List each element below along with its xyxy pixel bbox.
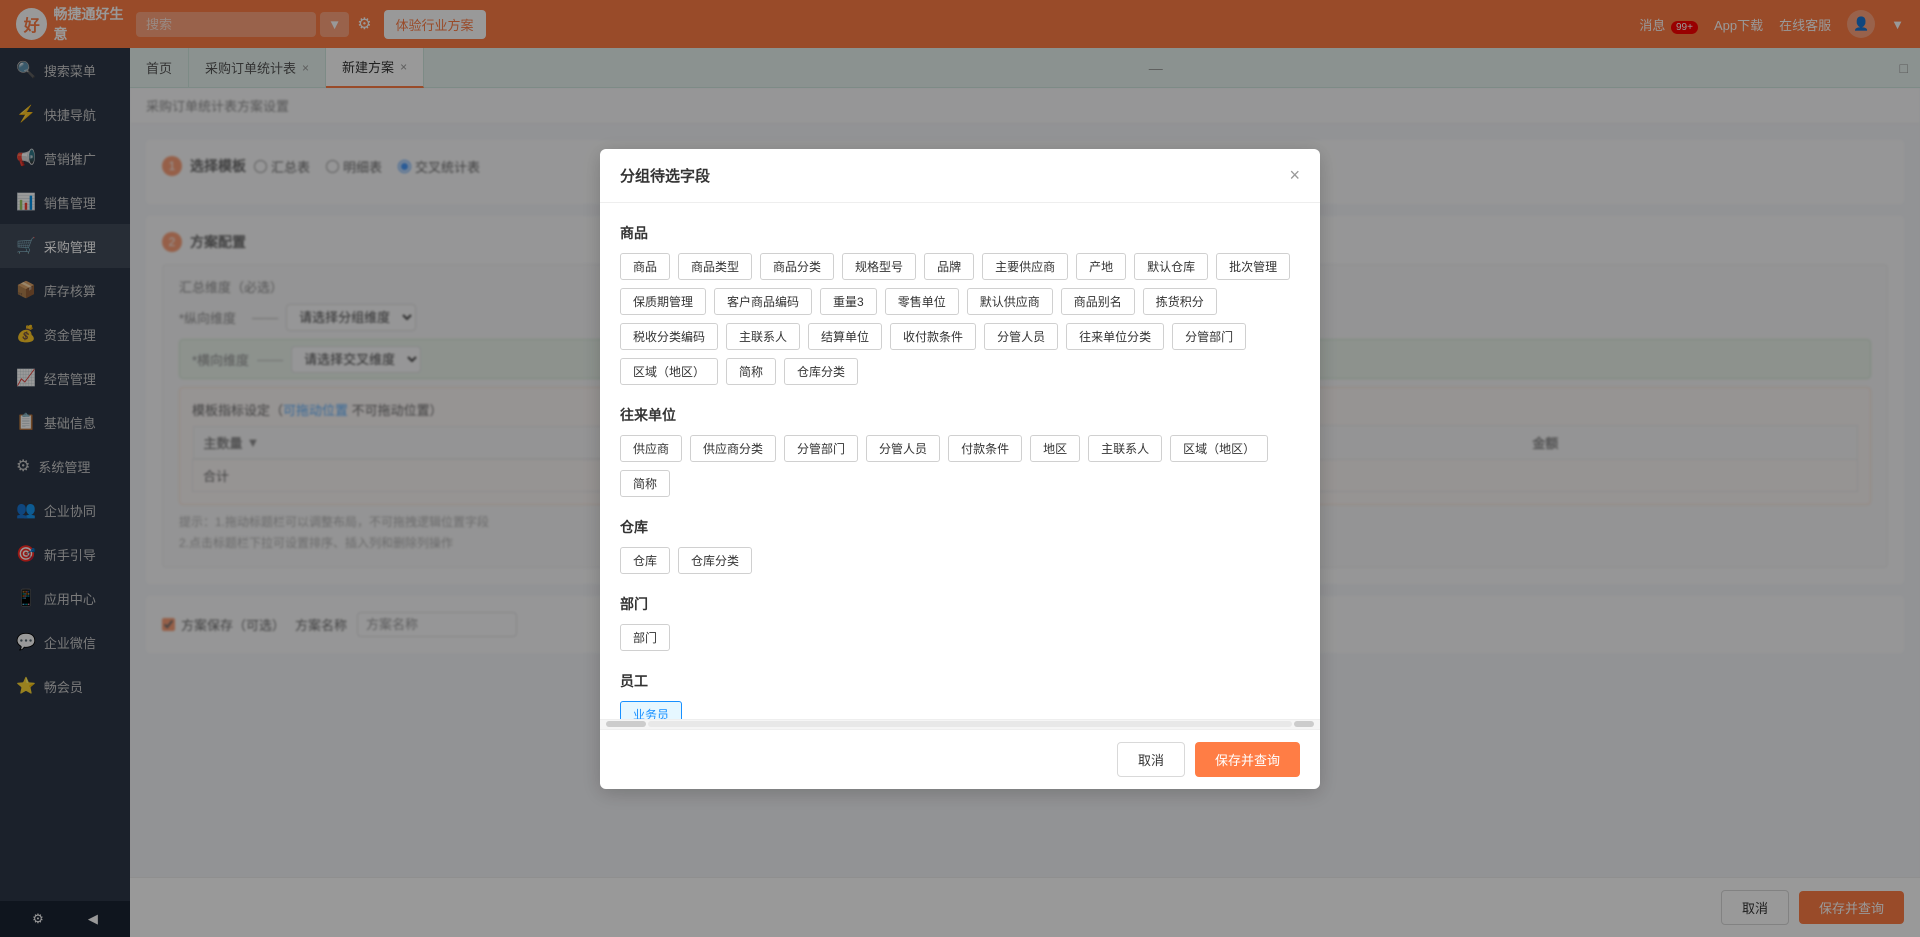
department-tags: 部门: [620, 624, 1300, 651]
tag-main-supplier[interactable]: 主要供应商: [982, 253, 1068, 280]
tag-responsible-person[interactable]: 分管人员: [984, 323, 1058, 350]
tag-product-type[interactable]: 商品类型: [678, 253, 752, 280]
section-department: 部门 部门: [620, 594, 1300, 651]
tag-default-warehouse[interactable]: 默认仓库: [1134, 253, 1208, 280]
dialog-title: 分组待选字段: [620, 165, 710, 186]
section-department-title: 部门: [620, 594, 1300, 614]
tag-counterpart-dept[interactable]: 分管部门: [784, 435, 858, 462]
tag-brand[interactable]: 品牌: [924, 253, 974, 280]
section-product-title: 商品: [620, 223, 1300, 243]
tag-product-alias[interactable]: 商品别名: [1061, 288, 1135, 315]
section-counterpart-title: 往来单位: [620, 405, 1300, 425]
tag-supplier-cat[interactable]: 供应商分类: [690, 435, 776, 462]
tag-salesperson[interactable]: 业务员: [620, 701, 682, 720]
hscroll-track: [648, 721, 1292, 727]
hscroll-right[interactable]: [1294, 721, 1314, 727]
tag-warehouse[interactable]: 仓库: [620, 547, 670, 574]
product-tags: 商品 商品类型 商品分类 规格型号 品牌 主要供应商 产地 默认仓库 批次管理 …: [620, 253, 1300, 385]
counterpart-tags: 供应商 供应商分类 分管部门 分管人员 付款条件 地区 主联系人 区域（地区） …: [620, 435, 1300, 497]
tag-payment-cond[interactable]: 付款条件: [948, 435, 1022, 462]
tag-counterpart-cat[interactable]: 往来单位分类: [1066, 323, 1164, 350]
tag-warehouse-cat[interactable]: 仓库分类: [784, 358, 858, 385]
tag-batch-mgmt[interactable]: 批次管理: [1216, 253, 1290, 280]
dialog-cancel-button[interactable]: 取消: [1117, 742, 1185, 777]
section-employee-title: 员工: [620, 671, 1300, 691]
tag-pick-score[interactable]: 拣货积分: [1143, 288, 1217, 315]
tag-region2[interactable]: 区域（地区）: [1170, 435, 1268, 462]
tag-area[interactable]: 地区: [1030, 435, 1080, 462]
section-product: 商品 商品 商品类型 商品分类 规格型号 品牌 主要供应商 产地 默认仓库 批次…: [620, 223, 1300, 385]
tag-dept[interactable]: 分管部门: [1172, 323, 1246, 350]
dialog-save-button[interactable]: 保存并查询: [1195, 742, 1300, 777]
tag-counterpart-person[interactable]: 分管人员: [866, 435, 940, 462]
section-warehouse-title: 仓库: [620, 517, 1300, 537]
tag-customer-code[interactable]: 客户商品编码: [714, 288, 812, 315]
tag-retail-unit[interactable]: 零售单位: [885, 288, 959, 315]
tag-supplier[interactable]: 供应商: [620, 435, 682, 462]
tag-settlement-unit[interactable]: 结算单位: [808, 323, 882, 350]
tag-warehouse-cat2[interactable]: 仓库分类: [678, 547, 752, 574]
dialog-header: 分组待选字段 ×: [600, 149, 1320, 203]
tag-short-name2[interactable]: 简称: [620, 470, 670, 497]
tag-spec-model[interactable]: 规格型号: [842, 253, 916, 280]
tag-main-contact[interactable]: 主联系人: [726, 323, 800, 350]
tag-origin[interactable]: 产地: [1076, 253, 1126, 280]
section-warehouse: 仓库 仓库 仓库分类: [620, 517, 1300, 574]
warehouse-tags: 仓库 仓库分类: [620, 547, 1300, 574]
dialog-close-button[interactable]: ×: [1289, 165, 1300, 186]
section-employee: 员工 业务员: [620, 671, 1300, 720]
field-select-dialog: 分组待选字段 × 商品 商品 商品类型 商品分类 规格型号 品牌 主要供应商 产…: [600, 149, 1320, 789]
tag-shelf-life-mgmt[interactable]: 保质期管理: [620, 288, 706, 315]
tag-department[interactable]: 部门: [620, 624, 670, 651]
hscroll-thumb[interactable]: [606, 721, 646, 727]
tag-payment-terms[interactable]: 收付款条件: [890, 323, 976, 350]
tag-product-category[interactable]: 商品分类: [760, 253, 834, 280]
dialog-hscroll[interactable]: [600, 719, 1320, 728]
section-counterpart: 往来单位 供应商 供应商分类 分管部门 分管人员 付款条件 地区 主联系人 区域…: [620, 405, 1300, 497]
tag-weight[interactable]: 重量3: [820, 288, 877, 315]
dialog-overlay: 分组待选字段 × 商品 商品 商品类型 商品分类 规格型号 品牌 主要供应商 产…: [0, 0, 1920, 937]
tag-region[interactable]: 区域（地区）: [620, 358, 718, 385]
tag-main-contact2[interactable]: 主联系人: [1088, 435, 1162, 462]
tag-tax-code[interactable]: 税收分类编码: [620, 323, 718, 350]
dialog-footer: 取消 保存并查询: [600, 729, 1320, 789]
dialog-body: 商品 商品 商品类型 商品分类 规格型号 品牌 主要供应商 产地 默认仓库 批次…: [600, 203, 1320, 720]
tag-default-supplier[interactable]: 默认供应商: [967, 288, 1053, 315]
employee-tags: 业务员: [620, 701, 1300, 720]
tag-product[interactable]: 商品: [620, 253, 670, 280]
tag-short-name[interactable]: 简称: [726, 358, 776, 385]
